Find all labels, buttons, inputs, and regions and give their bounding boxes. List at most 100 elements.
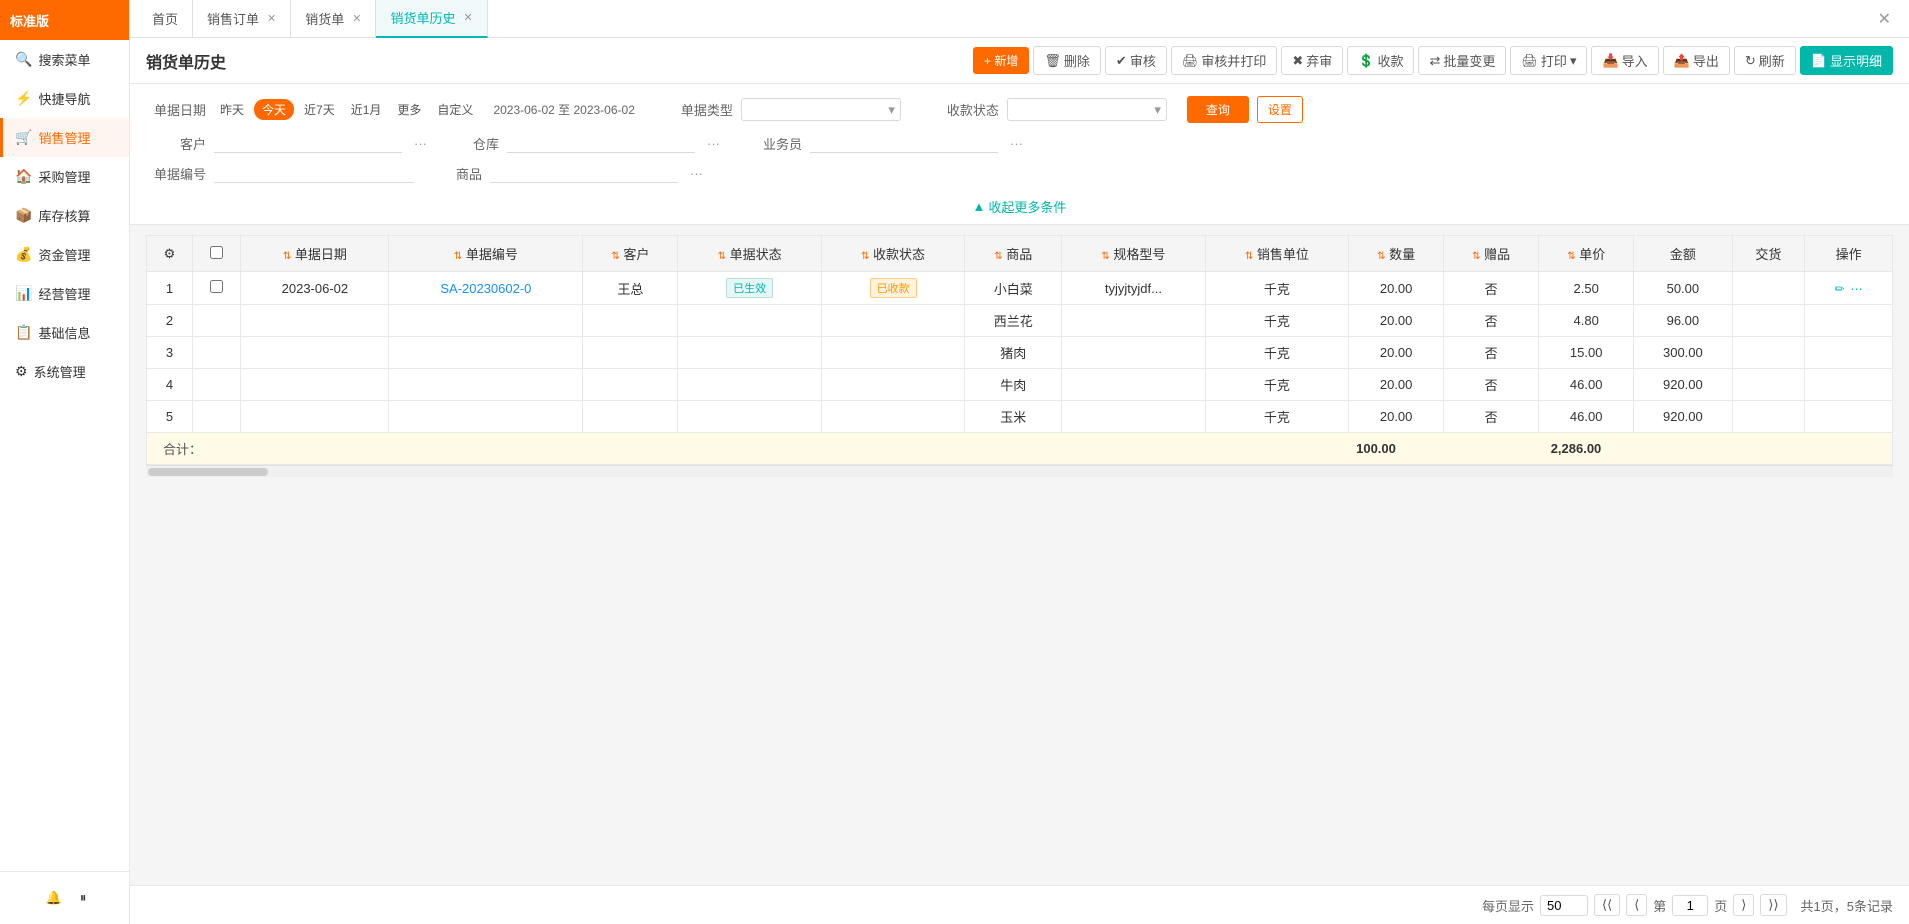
delete-button[interactable]: 🗑 删除: [1033, 46, 1101, 75]
sidebar-item-basic-info[interactable]: 📋 基础信息: [0, 313, 129, 352]
col-checkbox[interactable]: [192, 236, 240, 272]
collect-button[interactable]: 💲 收款: [1347, 46, 1414, 75]
row-checkbox[interactable]: [192, 305, 240, 337]
row-doc-no[interactable]: SA-20230602-0: [389, 272, 583, 305]
col-settings[interactable]: ⚙: [147, 236, 193, 272]
date-btn-yesterday[interactable]: 昨天: [214, 99, 250, 120]
doc-no-input[interactable]: [214, 163, 414, 183]
edit-action[interactable]: ✏: [1832, 282, 1848, 296]
next-page-button[interactable]: ⟩: [1733, 894, 1754, 916]
abandon-button[interactable]: ✖ 弃审: [1281, 46, 1343, 75]
review-print-icon: 🖨: [1182, 53, 1199, 69]
batch-change-button[interactable]: ⇄ 批量变更: [1418, 46, 1506, 75]
staff-input[interactable]: [810, 133, 998, 153]
tab-close-sales-order[interactable]: ✕: [267, 12, 276, 25]
row-date: [241, 337, 389, 369]
row-doc-no[interactable]: [389, 305, 583, 337]
tab-close-sales-delivery[interactable]: ✕: [352, 12, 361, 25]
col-gift[interactable]: ⇅ 赠品: [1444, 236, 1539, 272]
row-date: [241, 305, 389, 337]
col-doc-status[interactable]: ⇅ 单据状态: [678, 236, 821, 272]
col-qty[interactable]: ⇅ 数量: [1349, 236, 1444, 272]
per-page-label: 每页显示: [1482, 896, 1534, 915]
tab-sales-order[interactable]: 销售订单 ✕: [193, 0, 291, 38]
page-size-select[interactable]: 50 100: [1540, 895, 1588, 916]
sidebar-item-finance[interactable]: 💰 资金管理: [0, 235, 129, 274]
col-date[interactable]: ⇅ 单据日期: [241, 236, 389, 272]
sort-icon-unit: ⇅: [1245, 251, 1253, 262]
sidebar-item-operations[interactable]: 📊 经营管理: [0, 274, 129, 313]
sidebar-item-inventory[interactable]: 📦 库存核算: [0, 196, 129, 235]
review-button[interactable]: ✔ 审核: [1105, 46, 1167, 75]
select-all-checkbox[interactable]: [210, 246, 223, 259]
tab-sales-delivery[interactable]: 销货单 ✕: [291, 0, 376, 38]
page-number-input[interactable]: 1: [1672, 895, 1708, 916]
chart-icon: 📊: [15, 285, 32, 302]
sidebar-item-system[interactable]: ⚙ 系统管理: [0, 352, 129, 391]
col-amount[interactable]: 金额: [1634, 236, 1732, 272]
tab-sales-history[interactable]: 销货单历史 ✕: [376, 0, 487, 38]
goods-input[interactable]: [490, 163, 678, 183]
sidebar-item-purchase[interactable]: 🏠 采购管理: [0, 157, 129, 196]
doc-type-select[interactable]: [741, 98, 901, 121]
warehouse-ellipsis[interactable]: ···: [703, 136, 724, 151]
query-button[interactable]: 查询: [1187, 96, 1249, 123]
print-button[interactable]: 🖨 打印 ▾: [1510, 46, 1587, 75]
row-checkbox[interactable]: [192, 337, 240, 369]
col-customer[interactable]: ⇅ 客户: [583, 236, 678, 272]
row-doc-no[interactable]: [389, 369, 583, 401]
row-checkbox[interactable]: [192, 401, 240, 433]
sidebar-item-quick-nav[interactable]: ⚡ 快捷导航: [0, 79, 129, 118]
col-unit-price[interactable]: ⇅ 单价: [1539, 236, 1634, 272]
more-action[interactable]: ⋯: [1848, 282, 1866, 296]
customer-ellipsis[interactable]: ···: [410, 136, 431, 151]
col-unit[interactable]: ⇅ 销售单位: [1205, 236, 1348, 272]
doc-type-label: 单据类型: [673, 100, 733, 119]
tab-close-sales-history[interactable]: ✕: [464, 11, 473, 24]
prev-page-button[interactable]: ⟨: [1626, 894, 1647, 916]
settings-button[interactable]: 设置: [1257, 96, 1303, 123]
date-btn-custom[interactable]: 自定义: [431, 99, 479, 120]
tab-home[interactable]: 首页: [138, 0, 193, 38]
sidebar-item-sales[interactable]: 🛒 销售管理: [0, 118, 129, 157]
row-actions: [1805, 337, 1893, 369]
collect-status-select[interactable]: [1007, 98, 1167, 121]
row-checkbox[interactable]: [192, 272, 240, 305]
table-row: 1 2023-06-02 SA-20230602-0 王总 已生效 已收款 小白…: [147, 272, 1893, 305]
new-button[interactable]: + 新增: [973, 47, 1029, 74]
warehouse-input[interactable]: [507, 133, 695, 153]
col-goods[interactable]: ⇅ 商品: [965, 236, 1062, 272]
row-trade: [1732, 272, 1805, 305]
col-collect-status[interactable]: ⇅ 收款状态: [821, 236, 964, 272]
search-icon: 🔍: [15, 51, 32, 68]
row-checkbox-input[interactable]: [210, 280, 223, 293]
first-page-button[interactable]: ⟨⟨: [1594, 894, 1620, 916]
staff-ellipsis[interactable]: ···: [1006, 136, 1027, 151]
review-print-button[interactable]: 🖨 审核并打印: [1171, 46, 1278, 75]
date-btn-1month[interactable]: 近1月: [345, 99, 388, 120]
row-doc-no[interactable]: [389, 337, 583, 369]
scroll-bar[interactable]: [146, 465, 1893, 477]
refresh-button[interactable]: ↻ 刷新: [1734, 46, 1796, 75]
row-checkbox[interactable]: [192, 369, 240, 401]
last-page-button[interactable]: ⟩⟩: [1760, 894, 1786, 916]
import-button[interactable]: 📥 导入: [1591, 46, 1658, 75]
sidebar-item-search[interactable]: 🔍 搜索菜单: [0, 40, 129, 79]
export-button[interactable]: 📤 导出: [1663, 46, 1730, 75]
row-doc-no[interactable]: [389, 401, 583, 433]
date-btn-more[interactable]: 更多: [391, 99, 427, 120]
close-all-tabs[interactable]: ✕: [1868, 9, 1901, 29]
collapse-button[interactable]: ▲ 收起更多条件: [146, 193, 1893, 224]
col-trade[interactable]: 交货: [1732, 236, 1805, 272]
col-doc-no[interactable]: ⇅ 单据编号: [389, 236, 583, 272]
sidebar-notify[interactable]: 🔔 ⏸: [0, 880, 129, 916]
goods-ellipsis[interactable]: ···: [686, 166, 707, 181]
row-date: [241, 369, 389, 401]
date-btn-7days[interactable]: 近7天: [298, 99, 341, 120]
total-info: 共1页，5条记录: [1801, 896, 1893, 915]
customer-input[interactable]: [214, 133, 402, 153]
col-spec[interactable]: ⇅ 规格型号: [1062, 236, 1205, 272]
show-detail-button[interactable]: 📄 显示明细: [1800, 46, 1893, 75]
date-btn-today[interactable]: 今天: [254, 99, 294, 120]
scroll-thumb[interactable]: [148, 468, 268, 476]
